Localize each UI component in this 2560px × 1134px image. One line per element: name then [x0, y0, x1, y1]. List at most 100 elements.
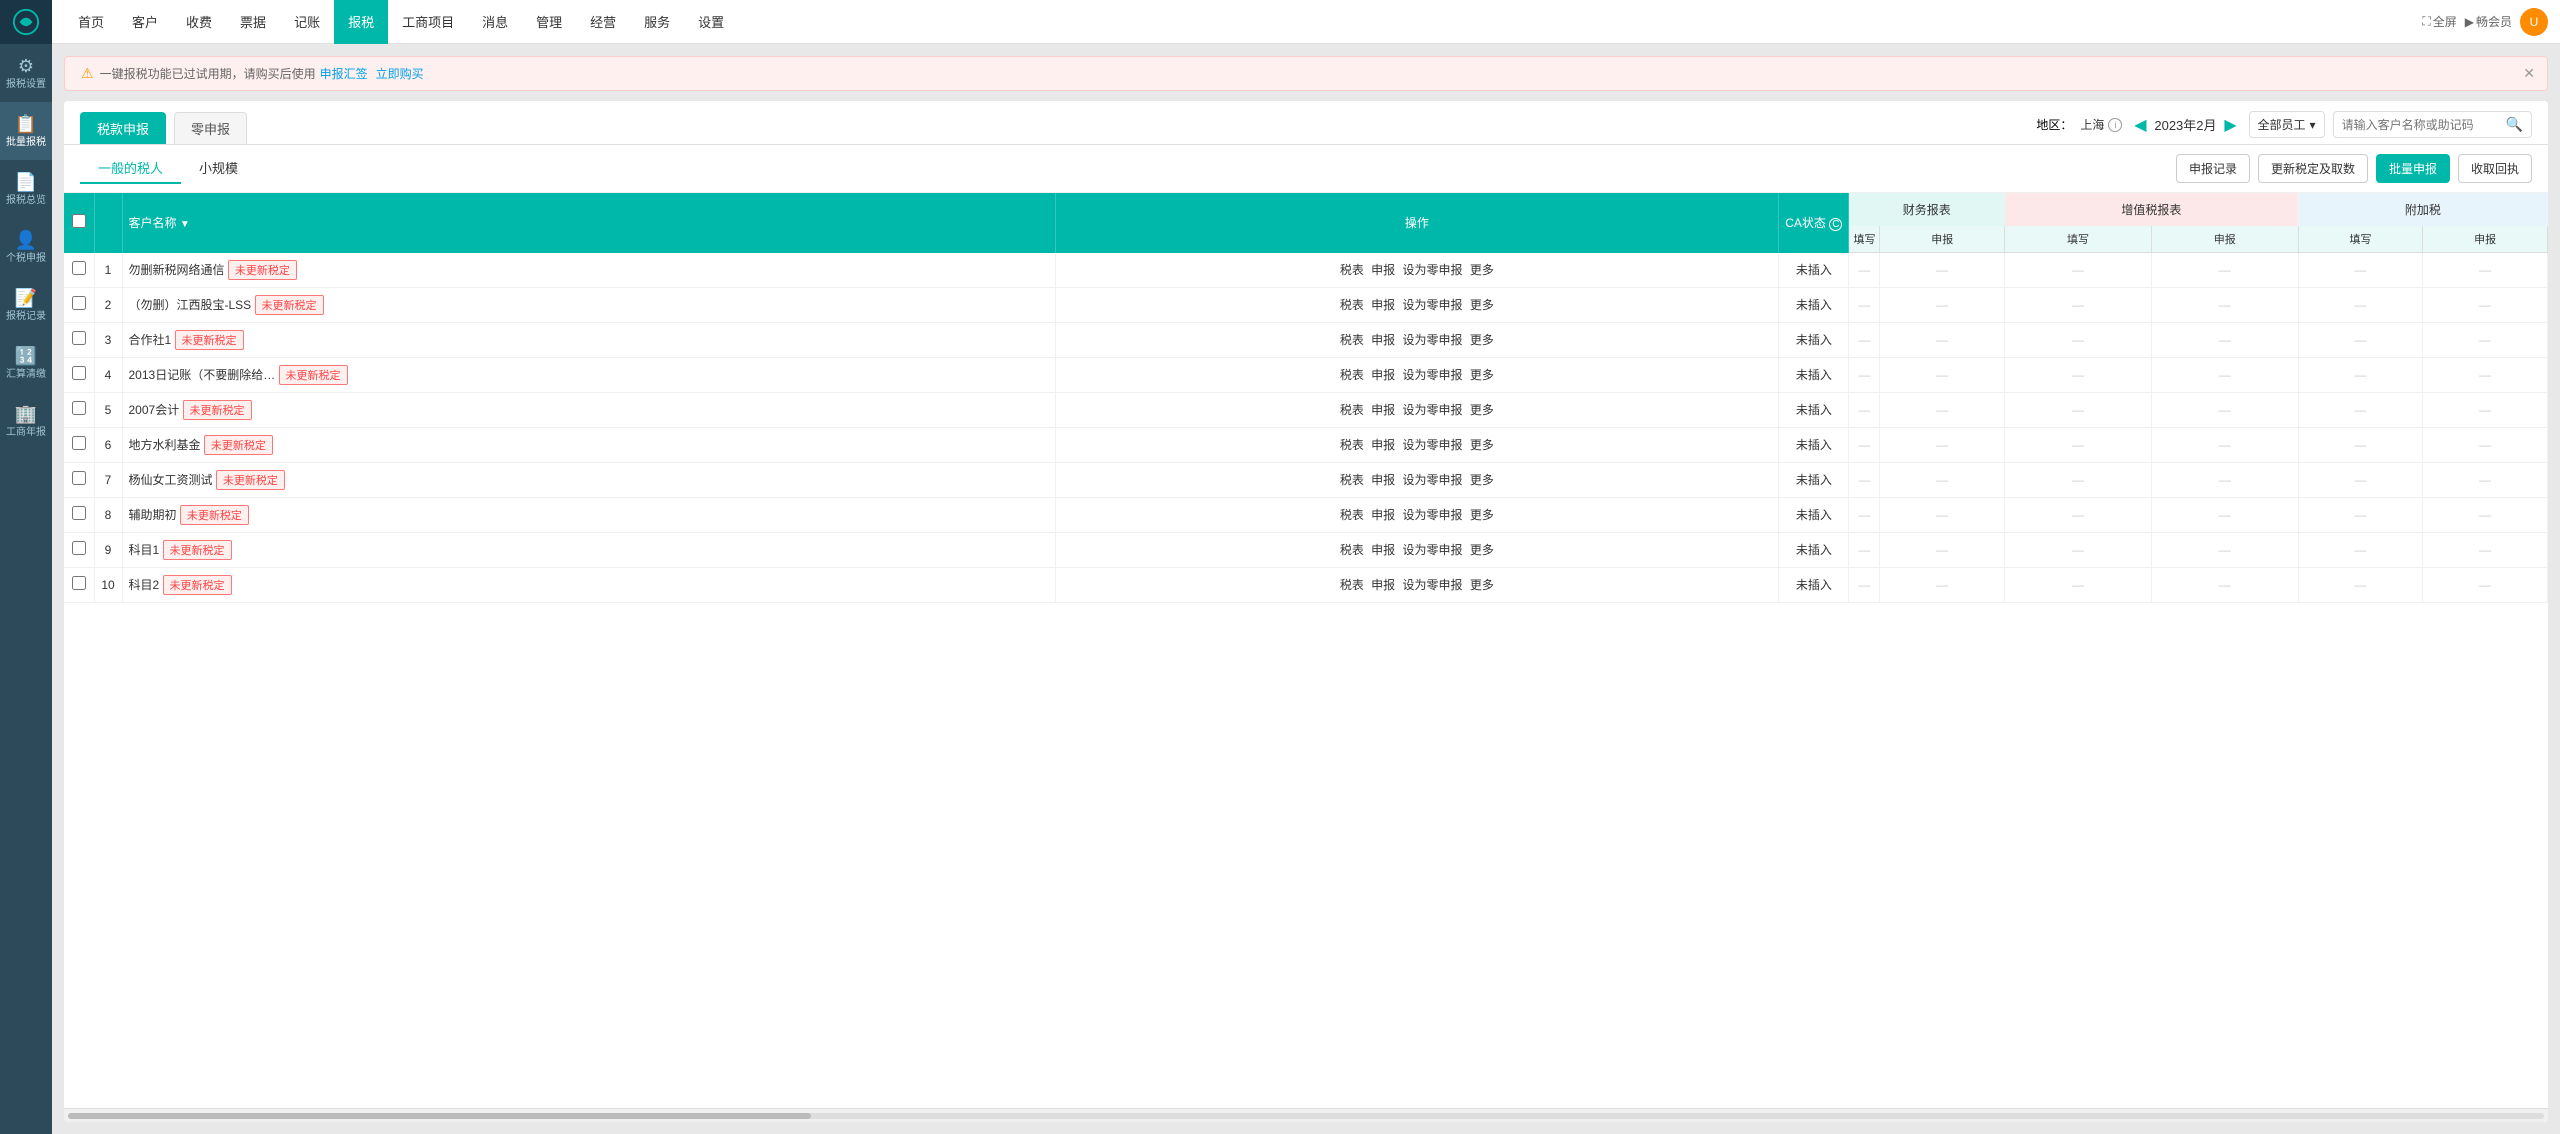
- op-2-button[interactable]: 设为零申报: [1403, 473, 1463, 487]
- row-checkbox[interactable]: [72, 331, 86, 345]
- row-checkbox[interactable]: [72, 541, 86, 555]
- row-no: 6: [94, 427, 122, 462]
- nav-business[interactable]: 工商项目: [388, 0, 468, 44]
- op-1-button[interactable]: 申报: [1371, 263, 1395, 277]
- sidebar-item-tax-records[interactable]: 📝 报税记录: [0, 276, 52, 334]
- region-selector[interactable]: 上海 i: [2080, 116, 2122, 133]
- date-next-button[interactable]: ▶: [2221, 115, 2241, 135]
- avatar[interactable]: U: [2520, 8, 2548, 36]
- select-all-checkbox[interactable]: [72, 214, 86, 228]
- nav-home[interactable]: 首页: [64, 0, 118, 44]
- fullscreen-button[interactable]: ⛶ 全屏: [2422, 13, 2456, 30]
- op-2-button[interactable]: 设为零申报: [1403, 543, 1463, 557]
- op-3-button[interactable]: 更多: [1470, 578, 1494, 592]
- op-0-button[interactable]: 税表: [1340, 403, 1364, 417]
- op-3-button[interactable]: 更多: [1470, 508, 1494, 522]
- topnav-items: 首页 客户 收费 票据 记账 报税 工商项目 消息 管理 经营 服务 设置: [64, 0, 2422, 44]
- nav-management[interactable]: 管理: [522, 0, 576, 44]
- sidebar-item-tax-overview[interactable]: 📄 报税总览: [0, 160, 52, 218]
- nav-messages[interactable]: 消息: [468, 0, 522, 44]
- sidebar-item-batch-tax[interactable]: 📋 批量报税: [0, 102, 52, 160]
- op-0-button[interactable]: 税表: [1340, 543, 1364, 557]
- op-0-button[interactable]: 税表: [1340, 438, 1364, 452]
- gengxin-button[interactable]: 更新税定及取数: [2258, 154, 2368, 183]
- row-add-sub: —: [2423, 497, 2548, 532]
- shenbaojilu-button[interactable]: 申报记录: [2176, 154, 2250, 183]
- op-1-button[interactable]: 申报: [1371, 543, 1395, 557]
- subtab-general[interactable]: 一般的税人: [80, 153, 181, 184]
- op-1-button[interactable]: 申报: [1371, 368, 1395, 382]
- op-2-button[interactable]: 设为零申报: [1403, 333, 1463, 347]
- nav-clients[interactable]: 客户: [118, 0, 172, 44]
- notice-link2[interactable]: 立即购买: [376, 65, 424, 82]
- shoqu-button[interactable]: 收取回执: [2458, 154, 2532, 183]
- dept-selector[interactable]: 全部员工 ▾: [2249, 111, 2325, 138]
- sidebar-item-calc-clear[interactable]: 🔢 汇算清缴: [0, 334, 52, 392]
- row-checkbox[interactable]: [72, 506, 86, 520]
- row-checkbox[interactable]: [72, 436, 86, 450]
- chevron-down-icon: ▾: [2310, 118, 2316, 132]
- op-3-button[interactable]: 更多: [1470, 543, 1494, 557]
- nav-operations[interactable]: 经营: [576, 0, 630, 44]
- search-icon[interactable]: 🔍: [2506, 116, 2523, 133]
- upgrade-button[interactable]: ▶ 畅会员: [2465, 13, 2512, 30]
- op-1-button[interactable]: 申报: [1371, 403, 1395, 417]
- op-1-button[interactable]: 申报: [1371, 438, 1395, 452]
- op-0-button[interactable]: 税表: [1340, 263, 1364, 277]
- op-3-button[interactable]: 更多: [1470, 473, 1494, 487]
- op-2-button[interactable]: 设为零申报: [1403, 263, 1463, 277]
- op-3-button[interactable]: 更多: [1470, 333, 1494, 347]
- op-3-button[interactable]: 更多: [1470, 298, 1494, 312]
- nav-services[interactable]: 服务: [630, 0, 684, 44]
- row-checkbox[interactable]: [72, 366, 86, 380]
- date-prev-button[interactable]: ◀: [2130, 115, 2150, 135]
- row-checkbox[interactable]: [72, 296, 86, 310]
- op-0-button[interactable]: 税表: [1340, 333, 1364, 347]
- op-2-button[interactable]: 设为零申报: [1403, 438, 1463, 452]
- op-0-button[interactable]: 税表: [1340, 298, 1364, 312]
- op-1-button[interactable]: 申报: [1371, 473, 1395, 487]
- search-input[interactable]: [2342, 118, 2502, 132]
- notice-link1[interactable]: 申报汇签: [320, 65, 368, 82]
- op-2-button[interactable]: 设为零申报: [1403, 298, 1463, 312]
- op-2-button[interactable]: 设为零申报: [1403, 508, 1463, 522]
- op-1-button[interactable]: 申报: [1371, 333, 1395, 347]
- nav-accounting[interactable]: 记账: [280, 0, 334, 44]
- nav-settings[interactable]: 设置: [684, 0, 738, 44]
- op-2-button[interactable]: 设为零申报: [1403, 368, 1463, 382]
- row-checkbox[interactable]: [72, 471, 86, 485]
- horizontal-scrollbar[interactable]: [64, 1108, 2548, 1122]
- op-1-button[interactable]: 申报: [1371, 298, 1395, 312]
- op-3-button[interactable]: 更多: [1470, 438, 1494, 452]
- row-checkbox[interactable]: [72, 576, 86, 590]
- sidebar-item-tax-settings[interactable]: ⚙ 报税设置: [0, 44, 52, 102]
- sidebar-item-personal-tax[interactable]: 👤 个税申报: [0, 218, 52, 276]
- sidebar-item-business-report[interactable]: 🏢 工商年报: [0, 392, 52, 450]
- subtab-small-scale[interactable]: 小规模: [181, 153, 256, 184]
- op-0-button[interactable]: 税表: [1340, 473, 1364, 487]
- nav-invoice[interactable]: 票据: [226, 0, 280, 44]
- tab-tax-declaration[interactable]: 税款申报: [80, 112, 166, 144]
- op-3-button[interactable]: 更多: [1470, 403, 1494, 417]
- op-1-button[interactable]: 申报: [1371, 578, 1395, 592]
- nav-billing[interactable]: 收费: [172, 0, 226, 44]
- info-icon[interactable]: i: [2108, 118, 2122, 132]
- op-3-button[interactable]: 更多: [1470, 368, 1494, 382]
- status-badge: 未更新税定: [204, 435, 273, 455]
- nav-tax[interactable]: 报税: [334, 0, 388, 44]
- op-2-button[interactable]: 设为零申报: [1403, 578, 1463, 592]
- ca-info-icon[interactable]: C: [1829, 218, 1842, 231]
- row-checkbox[interactable]: [72, 261, 86, 275]
- op-1-button[interactable]: 申报: [1371, 508, 1395, 522]
- op-0-button[interactable]: 税表: [1340, 508, 1364, 522]
- op-3-button[interactable]: 更多: [1470, 263, 1494, 277]
- op-2-button[interactable]: 设为零申报: [1403, 403, 1463, 417]
- piliang-button[interactable]: 批量申报: [2376, 154, 2450, 183]
- notice-close-button[interactable]: ✕: [2523, 65, 2535, 82]
- op-0-button[interactable]: 税表: [1340, 368, 1364, 382]
- th-name[interactable]: 客户名称 ▼: [122, 193, 1055, 253]
- scroll-thumb[interactable]: [68, 1113, 811, 1119]
- op-0-button[interactable]: 税表: [1340, 578, 1364, 592]
- row-checkbox[interactable]: [72, 401, 86, 415]
- tab-zero-declaration[interactable]: 零申报: [174, 112, 247, 144]
